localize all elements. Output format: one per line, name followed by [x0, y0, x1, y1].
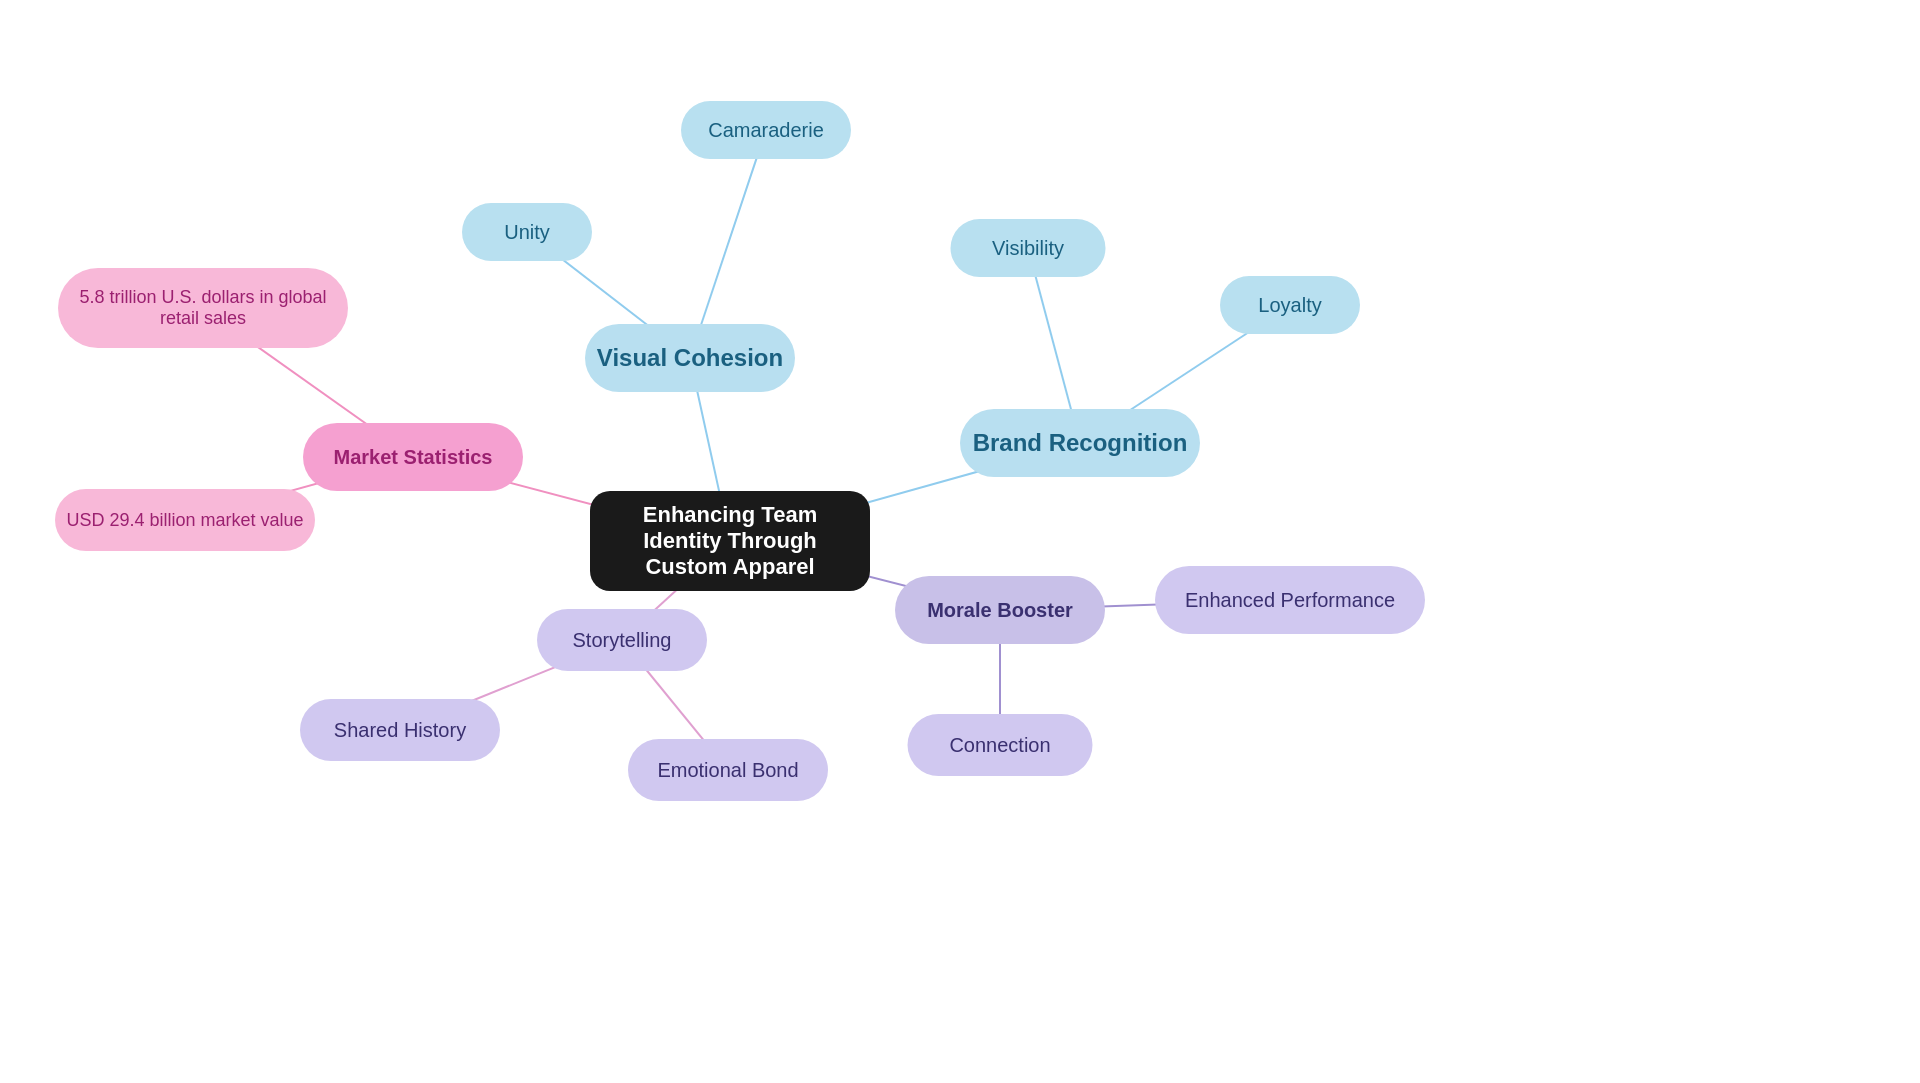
morale-booster-node: Morale Booster: [895, 576, 1105, 644]
storytelling-node: Storytelling: [537, 609, 707, 671]
emotional-bond-node: Emotional Bond: [628, 739, 828, 801]
connection-node: Connection: [908, 714, 1093, 776]
shared-history-node: Shared History: [300, 699, 500, 761]
visibility-node: Visibility: [951, 219, 1106, 277]
retail-sales-node: 5.8 trillion U.S. dollars in global reta…: [58, 268, 348, 348]
visual-cohesion-node: Visual Cohesion: [585, 324, 795, 392]
brand-recognition-node: Brand Recognition: [960, 409, 1200, 477]
mind-map: Enhancing Team Identity Through Custom A…: [0, 0, 1920, 1083]
enhanced-performance-node: Enhanced Performance: [1155, 566, 1425, 634]
unity-node: Unity: [462, 203, 592, 261]
market-value-node: USD 29.4 billion market value: [55, 489, 315, 551]
loyalty-node: Loyalty: [1220, 276, 1360, 334]
center-node: Enhancing Team Identity Through Custom A…: [590, 491, 870, 591]
camaraderie-node: Camaraderie: [681, 101, 851, 159]
market-statistics-node: Market Statistics: [303, 423, 523, 491]
